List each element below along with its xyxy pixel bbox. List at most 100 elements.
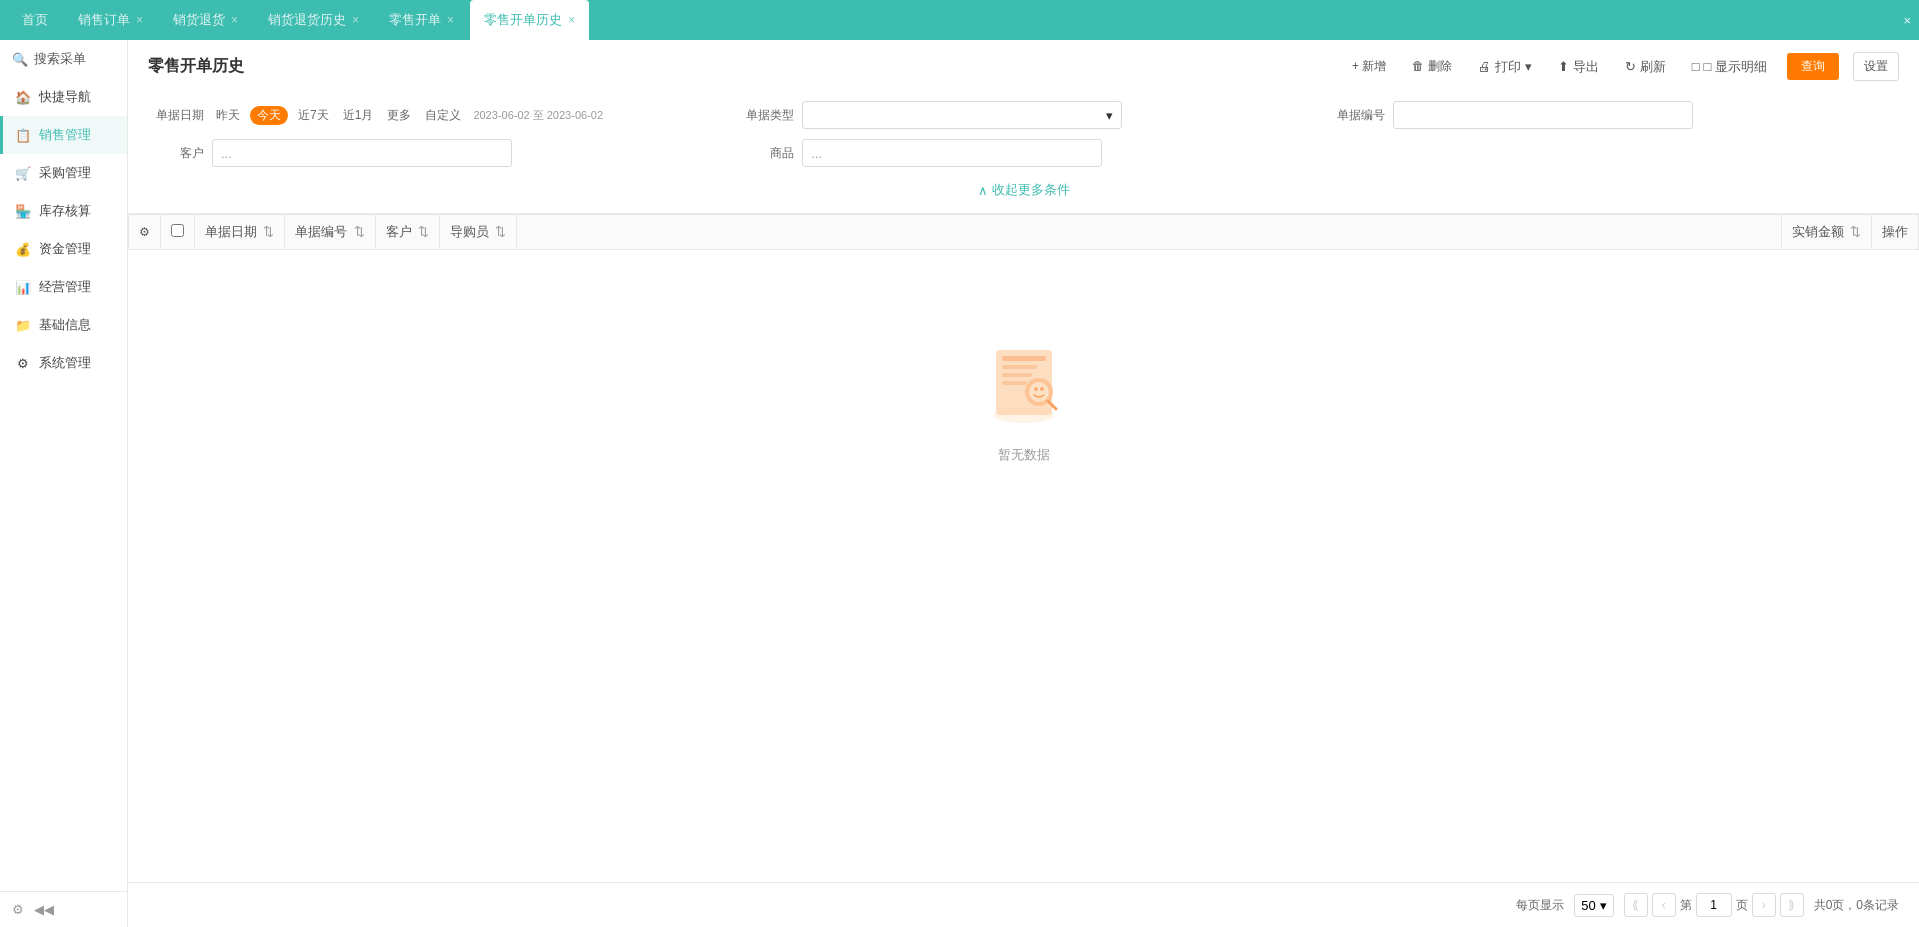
sort-date-icon[interactable]: ⇅ [263,224,274,239]
page-prefix-label: 第 [1680,897,1692,914]
data-table: ⚙ 单据日期 ⇅ 单据编号 ⇅ 客户 ⇅ [128,214,1919,250]
th-checkbox[interactable] [161,215,195,250]
customer-filter-label: 客户 [148,145,204,162]
svg-rect-3 [1002,365,1037,369]
sidebar-item-inventory[interactable]: 🏪 库存核算 [0,192,127,230]
next-page-btn[interactable]: › [1752,893,1776,917]
empty-state: 暂无数据 [128,250,1919,544]
close-all-btn[interactable]: × [1903,13,1911,28]
sidebar-search[interactable]: 🔍 搜索采单 [0,40,127,78]
tab-sales-return[interactable]: 销货退货 × [159,0,252,40]
month1-shortcut[interactable]: 近1月 [339,106,378,125]
sidebar-item-label: 销售管理 [39,126,91,144]
goods-filter-label: 商品 [738,145,794,162]
page-suffix-label: 页 [1736,897,1748,914]
yesterday-shortcut[interactable]: 昨天 [212,106,244,125]
settings-bottom-icon[interactable]: ⚙ [12,902,24,917]
prev-page-btn[interactable]: ‹ [1652,893,1676,917]
add-button[interactable]: + 新增 [1346,54,1392,79]
type-filter-label: 单据类型 [738,107,794,124]
sort-amount-icon[interactable]: ⇅ [1850,224,1861,239]
delete-button[interactable]: 🗑 删除 [1406,54,1457,79]
sidebar-item-label: 采购管理 [39,164,91,182]
th-spacer [517,215,1781,250]
settings-button[interactable]: 设置 [1853,52,1899,81]
tab-retail-open-history[interactable]: 零售开单历史 × [470,0,589,40]
top-nav: 首页 销售订单 × 销货退货 × 销货退货历史 × 零售开单 × 零售开单历史 … [0,0,1919,40]
query-button[interactable]: 查询 [1787,53,1839,80]
tab-home[interactable]: 首页 [8,0,62,40]
type-select[interactable]: ▾ [802,101,1122,129]
sidebar-item-label: 经营管理 [39,278,91,296]
table-header: ⚙ 单据日期 ⇅ 单据编号 ⇅ 客户 ⇅ [129,215,1919,250]
header-row: ⚙ 单据日期 ⇅ 单据编号 ⇅ 客户 ⇅ [129,215,1919,250]
export-icon: ⬆ [1558,59,1569,74]
collapse-filters-btn[interactable]: ∧ 收起更多条件 [148,177,1899,203]
svg-rect-5 [1002,381,1027,385]
close-tab-retail-open[interactable]: × [447,13,454,27]
number-filter-group: 单据编号 [1329,101,1899,129]
week7-shortcut[interactable]: 近7天 [294,106,333,125]
page-number-input[interactable] [1696,893,1732,917]
sidebar-item-sales[interactable]: 📋 销售管理 [0,116,127,154]
date-shortcuts: 昨天 今天 近7天 近1月 更多 自定义 [212,106,465,125]
sidebar-item-purchase[interactable]: 🛒 采购管理 [0,154,127,192]
operation-icon: 📊 [15,279,31,295]
th-number: 单据编号 ⇅ [285,215,375,250]
select-all-checkbox[interactable] [171,224,184,237]
search-icon: 🔍 [12,51,28,67]
close-tab-retail-open-history[interactable]: × [568,13,575,27]
purchase-icon: 🛒 [15,165,31,181]
sort-customer-icon[interactable]: ⇅ [418,224,429,239]
date-range-display: 2023-06-02 至 2023-06-02 [473,108,603,123]
last-page-btn[interactable]: ⟫ [1780,893,1804,917]
sidebar-item-operation[interactable]: 📊 经营管理 [0,268,127,306]
per-page-label: 每页显示 [1516,897,1564,914]
per-page-select[interactable]: 50 ▾ [1574,894,1613,917]
customer-ellipsis: ... [221,146,232,161]
sidebar-item-finance[interactable]: 💰 资金管理 [0,230,127,268]
filter-row-2: 客户 ... 商品 ... [148,139,1899,167]
print-button[interactable]: 🖨 打印 ▾ [1472,54,1538,80]
sidebar-item-system[interactable]: ⚙ 系统管理 [0,344,127,382]
custom-shortcut[interactable]: 自定义 [421,106,465,125]
more-shortcut[interactable]: 更多 [383,106,415,125]
svg-rect-4 [1002,373,1032,377]
inventory-icon: 🏪 [15,203,31,219]
close-tab-sales-order[interactable]: × [136,13,143,27]
per-page-dropdown-icon: ▾ [1600,898,1607,913]
first-page-btn[interactable]: ⟪ [1624,893,1648,917]
date-filter-group: 单据日期 昨天 今天 近7天 近1月 更多 自定义 2023-06-02 至 2… [148,106,718,125]
customer-filter-group: 客户 ... [148,139,718,167]
sidebar-item-quick-nav[interactable]: 🏠 快捷导航 [0,78,127,116]
th-settings[interactable]: ⚙ [129,215,161,250]
tab-sales-order[interactable]: 销售订单 × [64,0,157,40]
th-guide: 导购员 ⇅ [440,215,517,250]
collapse-icon: ∧ [978,183,988,198]
empty-text: 暂无数据 [998,446,1050,464]
tab-sales-return-history[interactable]: 销货退货历史 × [254,0,373,40]
sidebar-item-basic[interactable]: 📁 基础信息 [0,306,127,344]
goods-ellipsis: ... [811,146,822,161]
close-tab-sales-return-history[interactable]: × [352,13,359,27]
sort-number-icon[interactable]: ⇅ [354,224,365,239]
sales-icon: 📋 [15,127,31,143]
goods-input[interactable]: ... [802,139,1102,167]
refresh-button[interactable]: ↻ 刷新 [1619,54,1672,80]
top-nav-right: × [1903,13,1911,28]
sort-guide-icon[interactable]: ⇅ [495,224,506,239]
finance-icon: 💰 [15,241,31,257]
number-input[interactable] [1393,101,1693,129]
refresh-icon: ↻ [1625,59,1636,74]
show-detail-button[interactable]: □ □ 显示明细 [1686,54,1773,80]
filter-area: 单据日期 昨天 今天 近7天 近1月 更多 自定义 2023-06-02 至 2… [148,91,1899,213]
close-tab-sales-return[interactable]: × [231,13,238,27]
toolbar: + 新增 🗑 删除 🖨 打印 ▾ ⬆ 导出 ↻ 刷新 [1346,52,1899,81]
svg-point-9 [1034,387,1038,391]
today-shortcut[interactable]: 今天 [250,106,288,125]
customer-input[interactable]: ... [212,139,512,167]
collapse-sidebar-icon[interactable]: ◀◀ [34,902,54,917]
number-filter-label: 单据编号 [1329,107,1385,124]
export-button[interactable]: ⬆ 导出 [1552,54,1605,80]
tab-retail-open[interactable]: 零售开单 × [375,0,468,40]
